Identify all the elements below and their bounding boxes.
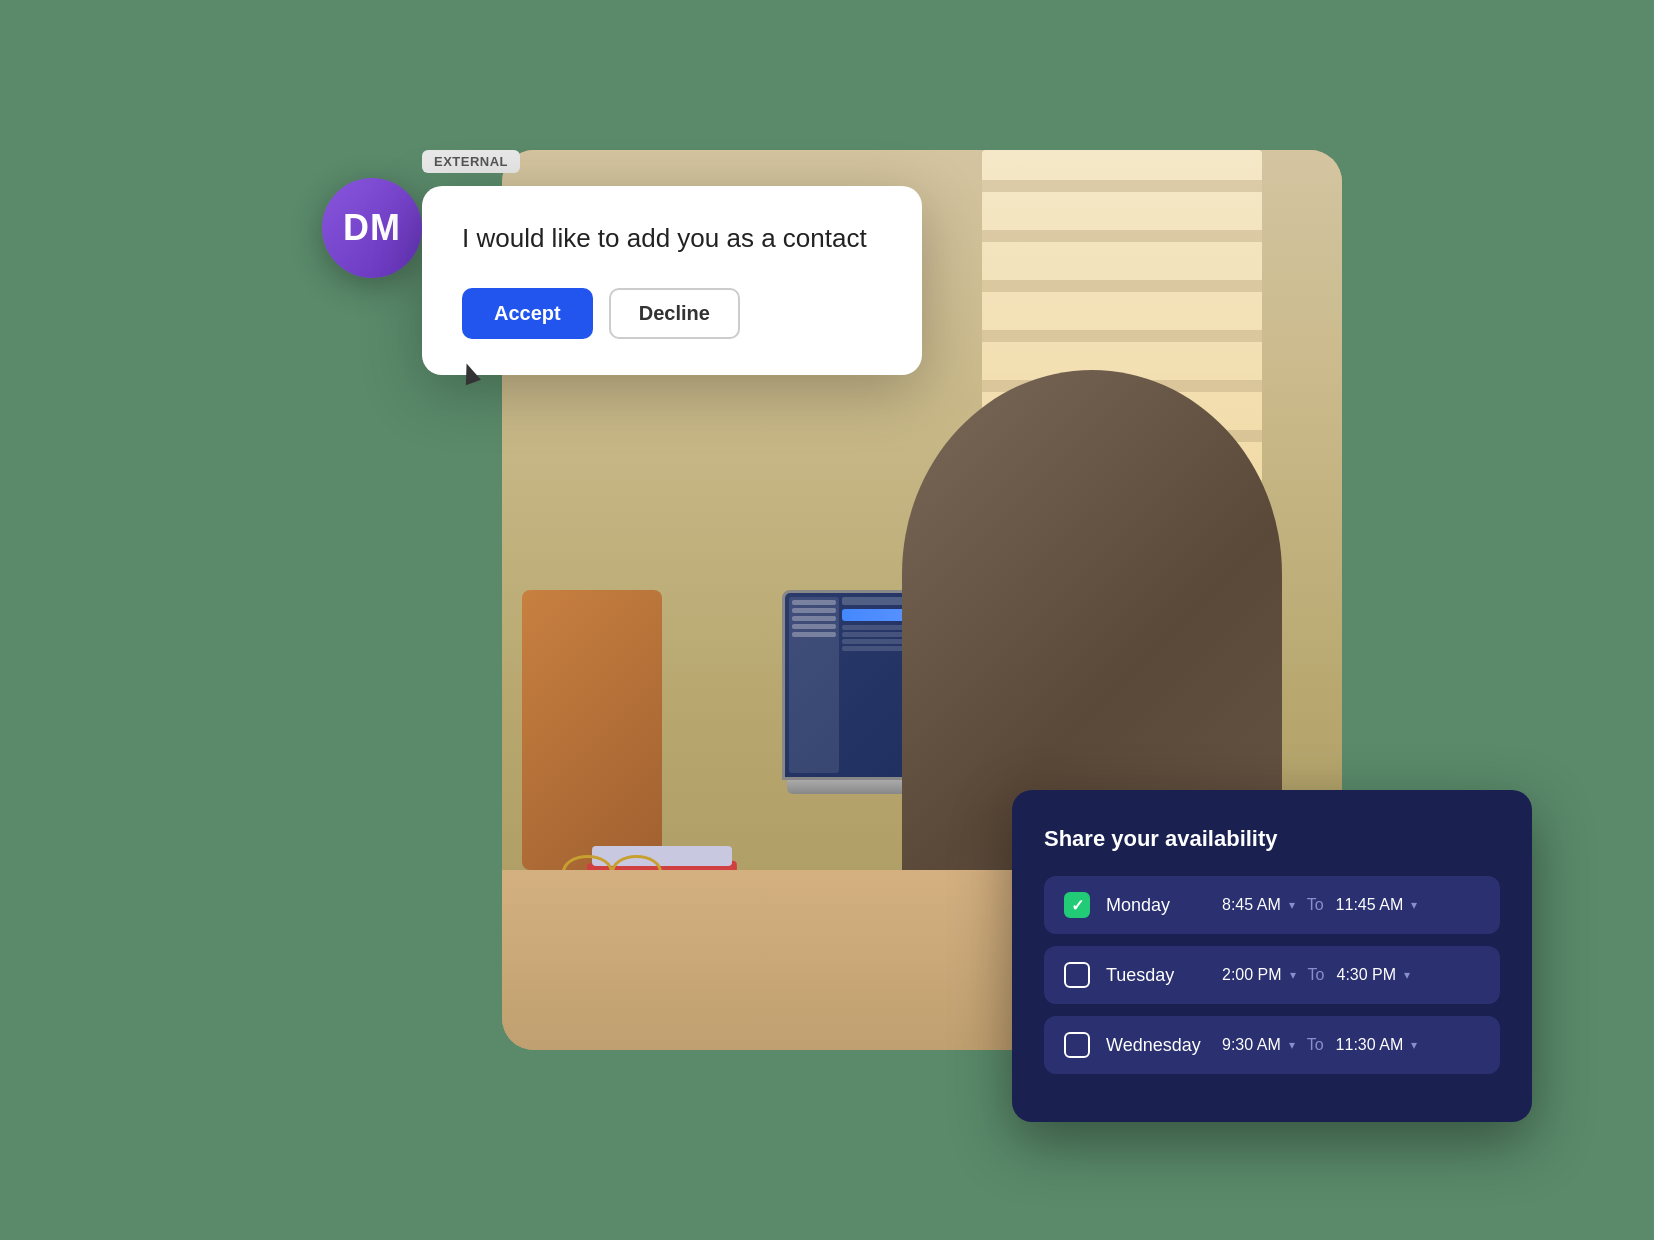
external-badge: EXTERNAL <box>422 150 520 173</box>
from-chevron-icon: ▾ <box>1290 968 1296 982</box>
scene: DM EXTERNAL I would like to add you as a… <box>302 70 1352 1170</box>
wednesday-from-time[interactable]: 9:30 AM ▾ To 11:30 AM ▾ <box>1222 1036 1480 1054</box>
check-icon: ✓ <box>1071 896 1084 915</box>
wednesday-checkbox[interactable] <box>1064 1032 1090 1058</box>
monday-checkbox[interactable]: ✓ <box>1064 892 1090 918</box>
to-chevron-icon: ▾ <box>1411 898 1417 912</box>
monday-label: Monday <box>1106 895 1206 916</box>
decline-button[interactable]: Decline <box>609 288 740 339</box>
availability-row-wednesday: Wednesday 9:30 AM ▾ To 11:30 AM ▾ <box>1044 1016 1500 1074</box>
wednesday-label: Wednesday <box>1106 1035 1206 1056</box>
accept-button[interactable]: Accept <box>462 288 593 339</box>
cabinet <box>522 590 662 870</box>
tuesday-from-time[interactable]: 2:00 PM ▾ To 4:30 PM ▾ <box>1222 966 1480 984</box>
to-chevron-icon: ▾ <box>1411 1038 1417 1052</box>
mouse-cursor <box>459 361 481 385</box>
tuesday-checkbox[interactable] <box>1064 962 1090 988</box>
from-chevron-icon: ▾ <box>1289 1038 1295 1052</box>
to-chevron-icon: ▾ <box>1404 968 1410 982</box>
tuesday-label: Tuesday <box>1106 965 1206 986</box>
avatar-initials: DM <box>343 207 401 249</box>
contact-request-card: I would like to add you as a contact Acc… <box>422 186 922 375</box>
availability-row-tuesday: Tuesday 2:00 PM ▾ To 4:30 PM ▾ <box>1044 946 1500 1004</box>
availability-title: Share your availability <box>1044 826 1500 852</box>
contact-actions: Accept Decline <box>462 288 882 339</box>
avatar: DM <box>322 178 422 278</box>
availability-panel: Share your availability ✓ Monday 8:45 AM… <box>1012 790 1532 1122</box>
from-chevron-icon: ▾ <box>1289 898 1295 912</box>
monday-from-time[interactable]: 8:45 AM ▾ To 11:45 AM ▾ <box>1222 896 1480 914</box>
availability-row-monday: ✓ Monday 8:45 AM ▾ To 11:45 AM ▾ <box>1044 876 1500 934</box>
contact-message: I would like to add you as a contact <box>462 222 882 256</box>
